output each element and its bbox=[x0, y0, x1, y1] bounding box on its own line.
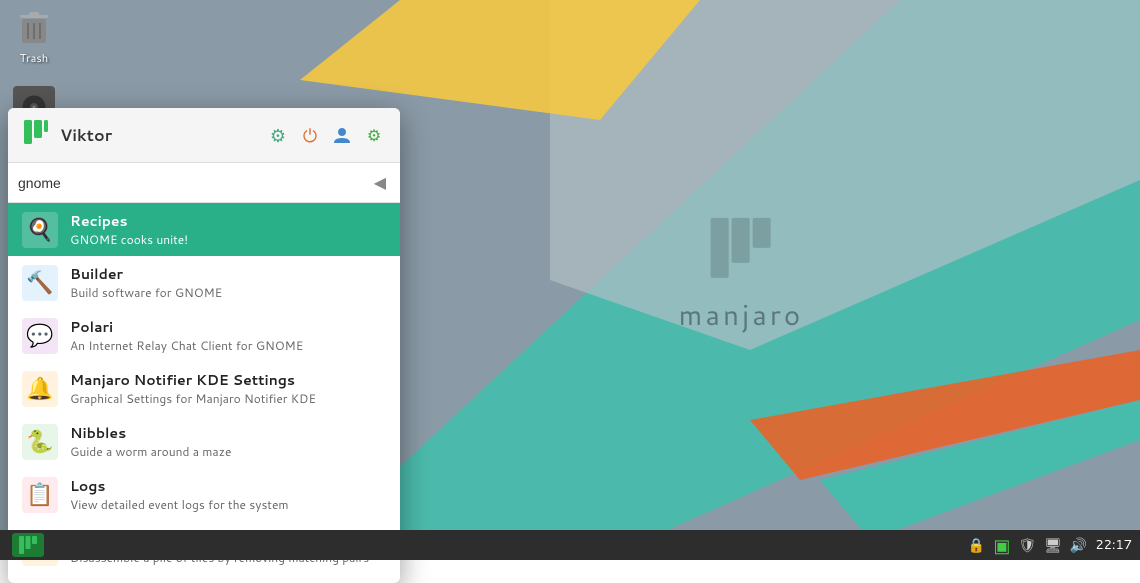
app-desc-builder: Build software for GNOME bbox=[70, 284, 386, 301]
app-list: 🍳 RecipesGNOME cooks unite! 🔨 BuilderBuild … bbox=[8, 203, 400, 583]
app-item-logs[interactable]: 📋 LogsView detailed event logs for the sy… bbox=[8, 468, 400, 521]
app-icon-recipes: 🍳 bbox=[22, 212, 58, 248]
app-item-manjaro-notifier[interactable]: 🔔 Manjaro Notifier KDE SettingsGraphical … bbox=[8, 362, 400, 415]
taskbar-green-icon[interactable]: ▣ bbox=[993, 532, 1010, 558]
taskbar-shield-icon[interactable]: 🛡 bbox=[1018, 535, 1036, 555]
app-item-recipes[interactable]: 🍳 RecipesGNOME cooks unite! bbox=[8, 203, 400, 256]
taskbar-lock-icon[interactable]: 🔒 bbox=[968, 535, 985, 555]
app-desc-polari: An Internet Relay Chat Client for GNOME bbox=[70, 337, 386, 354]
taskbar-apps bbox=[12, 533, 44, 557]
search-clear-button[interactable]: ◀ bbox=[370, 169, 390, 196]
taskbar-display-icon[interactable]: 🖥 bbox=[1044, 535, 1062, 555]
app-name-nibbles: Nibbles bbox=[70, 423, 386, 443]
app-item-nibbles[interactable]: 🐍 NibblesGuide a worm around a maze bbox=[8, 415, 400, 468]
taskbar-time: 22:17 bbox=[1095, 536, 1132, 554]
app-desc-nibbles: Guide a worm around a maze bbox=[70, 443, 386, 460]
launcher-title: Viktor bbox=[60, 124, 256, 147]
app-icon-builder: 🔨 bbox=[22, 265, 58, 301]
manjaro-logo: manjaro bbox=[679, 213, 804, 335]
app-item-polari[interactable]: 💬 PolariAn Internet Relay Chat Client for… bbox=[8, 309, 400, 362]
trash-icon[interactable]: Trash bbox=[9, 4, 59, 70]
app-name-polari: Polari bbox=[70, 317, 386, 337]
launcher: Viktor ⚙ ⏻ ⚙ ◀ 🍳 RecipesGNOME cooks unite… bbox=[8, 108, 400, 583]
app-item-builder[interactable]: 🔨 BuilderBuild software for GNOME bbox=[8, 256, 400, 309]
app-icon-nibbles: 🐍 bbox=[22, 424, 58, 460]
trash-label: Trash bbox=[20, 50, 48, 66]
app-desc-logs: View detailed event logs for the system bbox=[70, 496, 386, 513]
app-item-usage[interactable]: 📊UsageA nice way to view information abo… bbox=[8, 574, 400, 583]
app-name-recipes: Recipes bbox=[70, 211, 386, 231]
launcher-user-icon[interactable] bbox=[330, 123, 354, 147]
app-desc-manjaro-notifier: Graphical Settings for Manjaro Notifier … bbox=[70, 390, 386, 407]
search-input[interactable] bbox=[18, 175, 370, 191]
taskbar: 🔒 ▣ 🛡 🖥 🔊 22:17 bbox=[0, 530, 1140, 560]
app-name-manjaro-notifier: Manjaro Notifier KDE Settings bbox=[70, 370, 386, 390]
launcher-header: Viktor ⚙ ⏻ ⚙ bbox=[8, 108, 400, 163]
app-icon-logs: 📋 bbox=[22, 477, 58, 513]
app-desc-recipes: GNOME cooks unite! bbox=[70, 231, 386, 248]
app-name-builder: Builder bbox=[70, 264, 386, 284]
header-icons: ⚙ ⏻ ⚙ bbox=[266, 123, 386, 147]
taskbar-volume-icon[interactable]: 🔊 bbox=[1070, 535, 1087, 555]
launcher-logo bbox=[22, 118, 50, 152]
launcher-power-icon[interactable]: ⏻ bbox=[298, 123, 322, 147]
app-icon-manjaro-notifier: 🔔 bbox=[22, 371, 58, 407]
launcher-settings-icon[interactable]: ⚙ bbox=[266, 123, 290, 147]
app-name-logs: Logs bbox=[70, 476, 386, 496]
app-icon-polari: 💬 bbox=[22, 318, 58, 354]
taskbar-right: 🔒 ▣ 🛡 🖥 🔊 22:17 bbox=[968, 532, 1132, 558]
launcher-apps-icon[interactable]: ⚙ bbox=[362, 123, 386, 147]
search-bar: ◀ bbox=[8, 163, 400, 203]
taskbar-manjaro-button[interactable] bbox=[12, 533, 44, 557]
manjaro-wordmark: manjaro bbox=[679, 295, 804, 335]
